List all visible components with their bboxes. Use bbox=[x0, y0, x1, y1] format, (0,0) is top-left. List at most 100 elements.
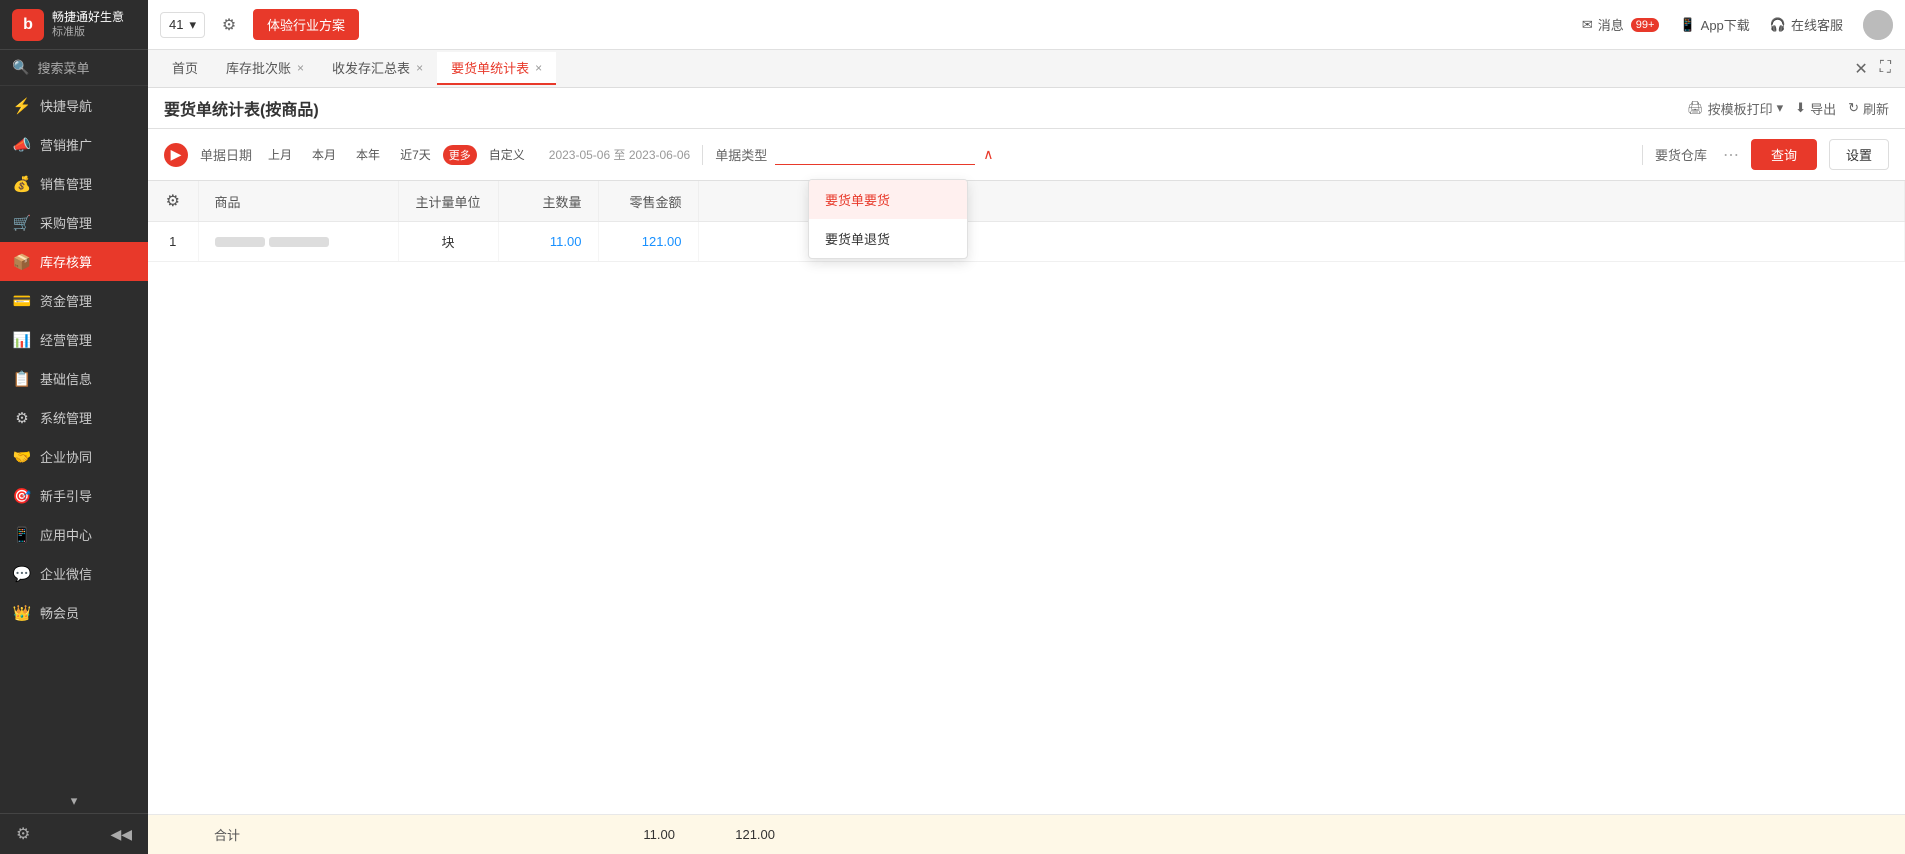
tab-batch[interactable]: 库存批次账 × bbox=[212, 52, 318, 85]
row-qty: 11.00 bbox=[498, 222, 598, 262]
tab-order-stat[interactable]: 要货单统计表 × bbox=[437, 52, 556, 85]
sidebar-item-system[interactable]: ⚙系统管理 bbox=[0, 398, 148, 437]
sidebar-item-purchase[interactable]: 🛒采购管理 bbox=[0, 203, 148, 242]
tab-home[interactable]: 首页 bbox=[158, 52, 212, 85]
expand-tabs-button[interactable]: ⛶ bbox=[1876, 55, 1895, 83]
data-table: ⚙ 商品 主计量单位 主数量 零售金额 1 bbox=[148, 181, 1905, 262]
message-action[interactable]: ✉ 消息 99+ bbox=[1582, 15, 1660, 34]
amount-link[interactable]: 121.00 bbox=[642, 234, 682, 249]
export-button[interactable]: ⬇ 导出 bbox=[1795, 99, 1836, 118]
page-header: 要货单统计表(按商品) 🖨 按模板打印 ▾ ⬇ 导出 ↻ 刷新 bbox=[148, 88, 1905, 129]
filter-toggle-button[interactable]: ▶ bbox=[164, 143, 188, 167]
row-unit: 块 bbox=[398, 222, 498, 262]
column-settings-button[interactable]: 设置 bbox=[1829, 139, 1889, 170]
sidebar-item-enterprise[interactable]: 🤝企业协同 bbox=[0, 437, 148, 476]
dropdown-item-order-in[interactable]: 要货单要货 bbox=[809, 180, 967, 219]
service-icon: 🎧 bbox=[1770, 17, 1786, 33]
app-download-action[interactable]: 📱 App下载 bbox=[1679, 15, 1749, 34]
tab-close-receive[interactable]: × bbox=[416, 61, 423, 75]
nav-icon-inventory: 📦 bbox=[12, 253, 32, 271]
tab-label-order-stat: 要货单统计表 bbox=[451, 58, 529, 77]
sidebar-item-finance[interactable]: 💳资金管理 bbox=[0, 281, 148, 320]
nav-icon-wechat: 💬 bbox=[12, 565, 32, 583]
date-btn-this-month[interactable]: 本月 bbox=[304, 143, 344, 166]
message-badge: 99+ bbox=[1631, 18, 1660, 32]
column-product: 商品 bbox=[198, 181, 398, 222]
qty-link[interactable]: 11.00 bbox=[550, 234, 582, 249]
refresh-icon: ↻ bbox=[1848, 100, 1859, 116]
column-unit: 主计量单位 bbox=[398, 181, 498, 222]
nav-icon-operation: 📊 bbox=[12, 331, 32, 349]
collapse-icon[interactable]: ◀◀ bbox=[110, 826, 132, 843]
tab-label-home: 首页 bbox=[172, 58, 198, 77]
date-range-display: 2023-05-06 至 2023-06-06 bbox=[549, 146, 690, 163]
topbar-settings-icon[interactable]: ⚙ bbox=[215, 11, 243, 39]
type-filter-label: 单据类型 bbox=[715, 145, 767, 164]
date-btn-last-month[interactable]: 上月 bbox=[260, 143, 300, 166]
date-btn-7days[interactable]: 近7天 bbox=[392, 143, 439, 166]
nav-icon-system: ⚙ bbox=[12, 409, 32, 427]
sidebar-item-basic[interactable]: 📋基础信息 bbox=[0, 359, 148, 398]
user-avatar[interactable] bbox=[1863, 10, 1893, 40]
table-area: ⚙ 商品 主计量单位 主数量 零售金额 1 bbox=[148, 181, 1905, 854]
page-actions: 🖨 按模板打印 ▾ ⬇ 导出 ↻ 刷新 bbox=[1687, 99, 1889, 118]
nav-icon-member: 👑 bbox=[12, 604, 32, 622]
column-settings-icon[interactable]: ⚙ bbox=[148, 181, 198, 222]
date-btn-this-year[interactable]: 本年 bbox=[348, 143, 388, 166]
sidebar-item-wechat[interactable]: 💬企业微信 bbox=[0, 554, 148, 593]
sidebar-search[interactable]: 🔍 搜索菜单 bbox=[0, 50, 148, 86]
row-product bbox=[198, 222, 398, 262]
sidebar-item-guide[interactable]: 🎯新手引导 bbox=[0, 476, 148, 515]
sidebar-item-quick-nav[interactable]: ⚡快捷导航 bbox=[0, 86, 148, 125]
tab-label-batch: 库存批次账 bbox=[226, 58, 291, 77]
row-amount: 121.00 bbox=[598, 222, 698, 262]
date-filter-label: 单据日期 bbox=[200, 145, 252, 164]
filter-divider-2 bbox=[1642, 145, 1643, 165]
filter-divider-1 bbox=[702, 145, 703, 165]
dropdown-item-order-out[interactable]: 要货单退货 bbox=[809, 219, 967, 258]
sidebar-footer: ⚙ ◀◀ bbox=[0, 813, 148, 854]
topbar-left: 41 ▾ ⚙ 体验行业方案 bbox=[160, 9, 359, 40]
table-empty-space bbox=[148, 262, 1905, 814]
logo: b bbox=[12, 9, 44, 41]
sidebar-item-member[interactable]: 👑畅会员 bbox=[0, 593, 148, 632]
column-qty: 主数量 bbox=[498, 181, 598, 222]
tab-receive[interactable]: 收发存汇总表× bbox=[318, 52, 437, 85]
sidebar-item-sales[interactable]: 💰销售管理 bbox=[0, 164, 148, 203]
sidebar-item-inventory[interactable]: 📦库存核算 bbox=[0, 242, 148, 281]
query-button[interactable]: 查询 bbox=[1751, 139, 1817, 170]
date-quick-buttons: 上月 本月 本年 近7天 更多 自定义 bbox=[260, 143, 533, 166]
sidebar-scroll-down[interactable]: ▾ bbox=[0, 789, 148, 813]
sidebar-item-app-center[interactable]: 📱应用中心 bbox=[0, 515, 148, 554]
table-footer: 合计 11.00 121.00 bbox=[148, 814, 1905, 854]
nav-icon-sales: 💰 bbox=[12, 175, 32, 193]
print-icon: 🖨 bbox=[1687, 100, 1704, 116]
print-button[interactable]: 🖨 按模板打印 ▾ bbox=[1687, 99, 1783, 118]
type-filter-arrow-icon[interactable]: ∧ bbox=[983, 146, 993, 163]
refresh-button[interactable]: ↻ 刷新 bbox=[1848, 99, 1889, 118]
type-filter-input[interactable] bbox=[775, 145, 975, 165]
search-icon: 🔍 bbox=[12, 59, 29, 76]
topbar-right: ✉ 消息 99+ 📱 App下载 🎧 在线客服 bbox=[1582, 10, 1893, 40]
settings-icon[interactable]: ⚙ bbox=[16, 824, 30, 844]
nav-icon-quick-nav: ⚡ bbox=[12, 97, 32, 115]
table-row: 1 块 11.00 121.00 bbox=[148, 222, 1905, 262]
warehouse-filter-dots[interactable]: ⋯ bbox=[1723, 145, 1739, 165]
app-icon: 📱 bbox=[1679, 17, 1695, 33]
close-all-tabs-button[interactable]: ✕ bbox=[1850, 55, 1871, 83]
print-dropdown-icon: ▾ bbox=[1777, 100, 1784, 116]
date-btn-custom[interactable]: 自定义 bbox=[481, 143, 533, 166]
tab-close-order-stat[interactable]: × bbox=[535, 61, 542, 75]
company-selector[interactable]: 41 ▾ bbox=[160, 12, 205, 38]
nav-icon-finance: 💳 bbox=[12, 292, 32, 310]
date-filter-group: 单据日期 上月 本月 本年 近7天 更多 自定义 bbox=[200, 143, 533, 166]
industry-button[interactable]: 体验行业方案 bbox=[253, 9, 359, 40]
sidebar-item-operation[interactable]: 📊经营管理 bbox=[0, 320, 148, 359]
page-title: 要货单统计表(按商品) bbox=[164, 96, 319, 120]
date-btn-more[interactable]: 更多 bbox=[443, 145, 477, 165]
sidebar-item-marketing[interactable]: 📣营销推广 bbox=[0, 125, 148, 164]
tab-close-batch[interactable]: × bbox=[297, 61, 304, 75]
message-icon: ✉ bbox=[1582, 17, 1593, 33]
service-action[interactable]: 🎧 在线客服 bbox=[1770, 15, 1843, 34]
export-icon: ⬇ bbox=[1795, 100, 1806, 116]
